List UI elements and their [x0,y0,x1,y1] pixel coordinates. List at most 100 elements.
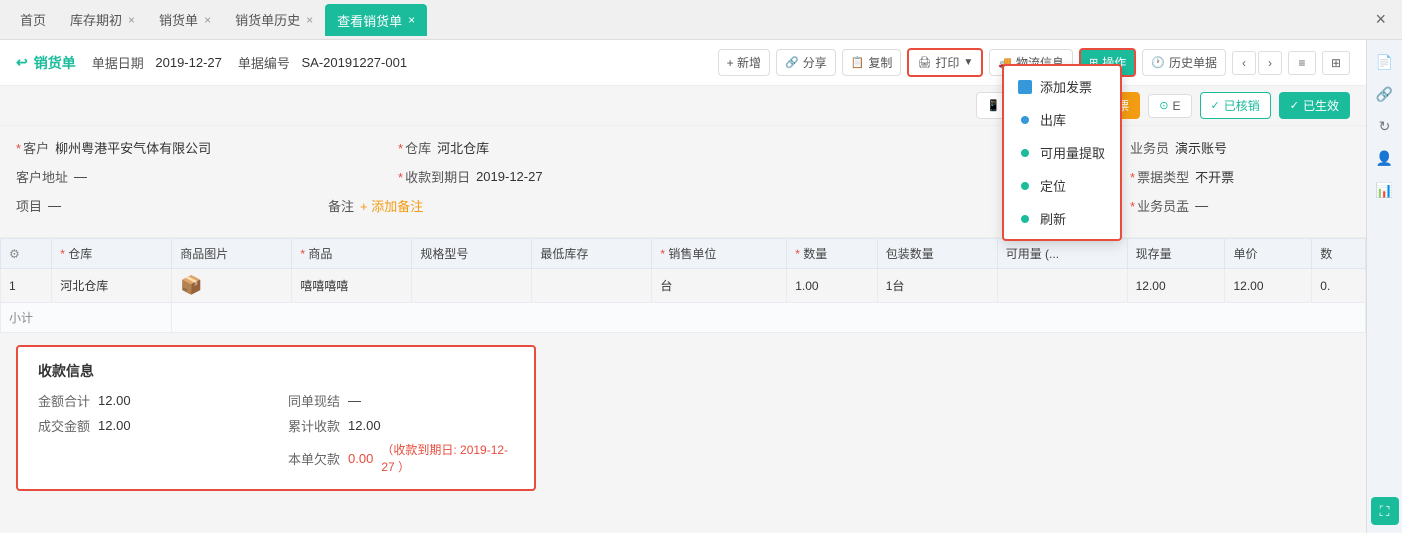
form-row-1: 客户 柳州粤港平安气体有限公司 仓库 河北仓库 业务员 演示账号 [16,138,1350,157]
available-qty-icon [1018,146,1032,160]
payment-same-order: 同单现结 — [288,391,514,410]
cancelled-button[interactable]: ✓ 已核销 [1200,92,1271,119]
project-label: 项目 [16,196,42,215]
row-index: 1 [1,269,52,303]
note-field: 备注 + 添加备注 [328,196,548,215]
view-toggle-list[interactable]: ≡ [1288,51,1316,75]
sub-toolbar: 📱 来自手机 ● 未开票 ⊙ E ✓ 已核销 ✓ 已生效 [0,86,1366,126]
tab-sales-close[interactable]: × [204,13,211,27]
payment-info-box: 收款信息 金额合计 12.00 同单现结 — 成交金额 12.00 累计收款 1… [16,345,536,491]
project-value: — [48,198,61,213]
sales-staff-label: 业务员盂 [1130,196,1189,215]
share-button[interactable]: 🔗 分享 [776,49,836,76]
col-available: 可用量 (... [997,239,1127,269]
col-stock: 现存量 [1127,239,1225,269]
tab-view-close[interactable]: × [408,13,415,27]
address-value: — [74,169,87,184]
effective-button[interactable]: ✓ 已生效 [1279,92,1350,119]
col-qty: * 数量 [787,239,877,269]
note-label: 备注 [328,196,354,215]
subtotal-label: 小计 [1,303,172,333]
sidebar-link-icon[interactable]: 🔗 [1371,80,1399,108]
print-button[interactable]: 🖨 打印 ▼ [907,48,983,77]
col-amount: 数 [1312,239,1366,269]
row-stock: 12.00 [1127,269,1225,303]
tab-home[interactable]: 首页 [8,4,58,36]
sidebar-doc-icon[interactable]: 📄 [1371,48,1399,76]
history-button[interactable]: 🕐 历史单据 [1142,49,1226,76]
salesman-field: 业务员 演示账号 [1130,138,1350,157]
print-dropdown-arrow[interactable]: ▼ [963,57,973,68]
project-field: 项目 — [16,196,236,215]
tab-inventory-init[interactable]: 库存期初 × [58,4,147,36]
warehouse-value: 河北仓库 [437,138,489,157]
doc-type-icon: ↩ [16,54,28,71]
dropdown-out-stock[interactable]: 出库 [1004,103,1120,136]
row-unit-price: 12.00 [1225,269,1312,303]
dropdown-available-qty[interactable]: 可用量提取 [1004,136,1120,169]
invoice-value: 不开票 [1195,167,1234,186]
sales-staff-field: 业务员盂 — [1130,196,1350,215]
doc-date-label: 单据日期 2019-12-27 [92,53,222,72]
row-qty: 1.00 [787,269,877,303]
sales-staff-value: — [1195,198,1208,213]
row-product: 嘻嘻嘻嘻 [292,269,412,303]
payment-date-label: 收款到期日 [398,167,470,186]
gear-icon[interactable]: ⚙ [9,247,20,261]
confirm-button[interactable]: ⊙ E [1148,94,1191,118]
warehouse-field: 仓库 河北仓库 [398,138,618,157]
row-pack-qty: 1台 [877,269,997,303]
subtotal-row: 小计 [1,303,1366,333]
dropdown-locate[interactable]: 定位 [1004,169,1120,202]
next-arrow[interactable]: › [1258,51,1282,75]
payment-date-value: 2019-12-27 [476,169,543,184]
col-image: 商品图片 [172,239,292,269]
salesman-value: 演示账号 [1175,138,1227,157]
payment-cumulative: 累计收款 12.00 [288,416,514,435]
dropdown-add-invoice[interactable]: 添加发票 [1004,70,1120,103]
right-sidebar: 📄 🔗 ↻ 👤 📊 ⛶ [1366,40,1402,533]
payment-title: 收款信息 [38,361,514,381]
tab-inventory-close[interactable]: × [128,13,135,27]
col-unit-price: 单价 [1225,239,1312,269]
tab-view-sales[interactable]: 查看销货单 × [325,4,427,36]
doc-number-label: 单据编号 SA-20191227-001 [238,53,407,72]
table-header-row: ⚙ * 仓库 商品图片 * 商品 规格型号 最低库存 * 销售单位 * 数量 包… [1,239,1366,269]
row-unit: 台 [652,269,787,303]
col-pack-qty: 包装数量 [877,239,997,269]
tab-history-close[interactable]: × [306,13,313,27]
prev-arrow[interactable]: ‹ [1232,51,1256,75]
operations-dropdown: 添加发票 出库 可用量提取 定位 刷新 [1002,64,1122,241]
sidebar-expand-icon[interactable]: ⛶ [1371,497,1399,525]
window-close-button[interactable]: × [1367,9,1394,30]
salesman-label: 业务员 [1130,138,1169,157]
view-toggle-grid[interactable]: ⊞ [1322,51,1350,75]
row-min-stock [532,269,652,303]
form-row-2: 客户地址 — 收款到期日 2019-12-27 票据类型 不开票 [16,167,1350,186]
tab-sales-order[interactable]: 销货单 × [147,4,223,36]
warehouse-label: 仓库 [398,138,431,157]
dropdown-refresh[interactable]: 刷新 [1004,202,1120,235]
subtotal-values [172,303,1366,333]
invoice-label: 票据类型 [1130,167,1189,186]
sidebar-user-icon[interactable]: 👤 [1371,144,1399,172]
refresh-menu-icon [1018,212,1032,226]
col-gear: ⚙ [1,239,52,269]
address-field: 客户地址 — [16,167,366,186]
tab-sales-history[interactable]: 销货单历史 × [223,4,325,36]
sidebar-refresh-icon[interactable]: ↻ [1371,112,1399,140]
customer-value: 柳州粤港平安气体有限公司 [55,138,211,157]
copy-button[interactable]: 📋 复制 [842,49,902,76]
new-button[interactable]: + 新增 [718,49,770,76]
form-row-3: 项目 — 备注 + 添加备注 业务员盂 — [16,196,1350,215]
table-row: 1 河北仓库 📦 嘻嘻嘻嘻 台 1.00 1台 12.00 12.00 0. [1,269,1366,303]
doc-meta: 单据日期 2019-12-27 单据编号 SA-20191227-001 [92,53,407,72]
doc-type-title: ↩ 销货单 [16,53,76,73]
address-label: 客户地址 [16,167,68,186]
row-warehouse: 河北仓库 [52,269,172,303]
note-add-link[interactable]: + 添加备注 [360,196,423,215]
sidebar-chart-icon[interactable]: 📊 [1371,176,1399,204]
tab-bar: 首页 库存期初 × 销货单 × 销货单历史 × 查看销货单 × × [0,0,1402,40]
payment-date-field: 收款到期日 2019-12-27 [398,167,618,186]
row-available [997,269,1127,303]
